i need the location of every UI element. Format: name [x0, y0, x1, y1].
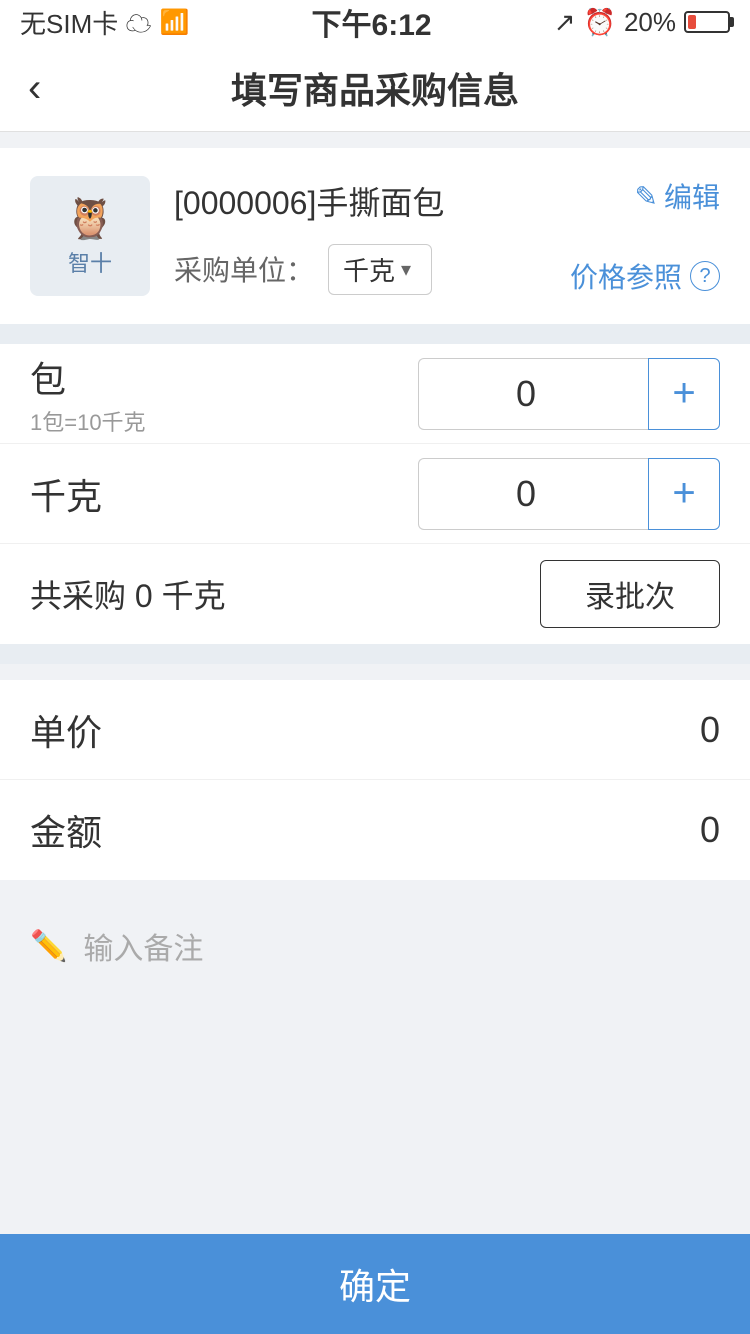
info-icon: ?	[690, 261, 720, 291]
kg-label-group: 千克	[30, 468, 170, 520]
total-label: 共采购 0 千克	[30, 571, 226, 617]
bag-field-wrap: +	[418, 358, 720, 430]
amount-label: 金额	[30, 804, 102, 856]
bag-label: 包	[30, 351, 170, 403]
unit-label: 采购单位：	[174, 249, 314, 289]
kg-input-row: 千克 +	[0, 444, 750, 544]
unit-price-value: 0	[700, 709, 720, 751]
kg-input[interactable]	[418, 458, 648, 530]
total-unit: 千克	[162, 578, 226, 614]
chevron-down-icon: ▾	[401, 257, 411, 282]
unit-select[interactable]: 千克 ▾	[328, 244, 432, 295]
battery-percent: 20%	[624, 7, 676, 38]
price-section: 单价 0 金额 0	[0, 680, 750, 880]
amount-value: 0	[700, 809, 720, 851]
alarm-icon: ⏰	[584, 7, 616, 38]
unit-price-label: 单价	[30, 704, 102, 756]
price-ref-label: 价格参照	[570, 256, 682, 296]
input-section: 包 1包=10千克 + 千克 +	[0, 344, 750, 544]
unit-value: 千克	[343, 251, 395, 288]
bag-sub-label: 1包=10千克	[30, 405, 170, 437]
total-value: 0	[135, 578, 153, 614]
nav-bar: ‹ 填写商品采购信息	[0, 44, 750, 132]
divider-band-1	[0, 324, 750, 344]
confirm-label: 确定	[339, 1258, 411, 1310]
kg-field-wrap: +	[418, 458, 720, 530]
divider-band-2	[0, 644, 750, 664]
pencil-icon: ✏️	[30, 929, 67, 964]
battery-icon	[684, 11, 730, 33]
batch-button[interactable]: 录批次	[540, 560, 720, 628]
edit-icon: ✎	[635, 180, 658, 213]
kg-label: 千克	[30, 468, 170, 520]
amount-row: 金额 0	[0, 780, 750, 880]
note-placeholder: 输入备注	[83, 924, 203, 968]
status-time: 下午6:12	[312, 0, 432, 44]
total-row: 共采购 0 千克 录批次	[0, 544, 750, 644]
product-thumb-icon: 🦉	[65, 195, 115, 242]
note-section[interactable]: ✏️ 输入备注	[0, 896, 750, 996]
location-icon: ↗	[554, 7, 576, 38]
status-left: 无SIM卡 ☁ 📶	[20, 4, 189, 41]
unit-price-row: 单价 0	[0, 680, 750, 780]
kg-plus-button[interactable]: +	[648, 458, 720, 530]
edit-link[interactable]: ✎ 编辑	[635, 176, 720, 216]
confirm-button[interactable]: 确定	[0, 1234, 750, 1334]
page-title: 填写商品采购信息	[231, 62, 519, 114]
status-right: ↗ ⏰ 20%	[554, 7, 730, 38]
product-card: 🦉 智十 [0000006]手撕面包 采购单位： 千克 ▾ ✎ 编辑 价格参照 …	[0, 148, 750, 324]
sim-label: 无SIM卡 ☁	[20, 4, 151, 41]
status-bar: 无SIM卡 ☁ 📶 下午6:12 ↗ ⏰ 20%	[0, 0, 750, 44]
bag-label-group: 包 1包=10千克	[30, 351, 170, 437]
edit-label: 编辑	[664, 176, 720, 216]
price-ref-link[interactable]: 价格参照 ?	[570, 256, 720, 296]
bag-plus-button[interactable]: +	[648, 358, 720, 430]
bag-input[interactable]	[418, 358, 648, 430]
product-thumbnail: 🦉 智十	[30, 176, 150, 296]
product-thumb-text: 智十	[68, 246, 112, 278]
back-button[interactable]: ‹	[28, 68, 41, 108]
wifi-icon: 📶	[159, 8, 189, 37]
bag-input-row: 包 1包=10千克 +	[0, 344, 750, 444]
